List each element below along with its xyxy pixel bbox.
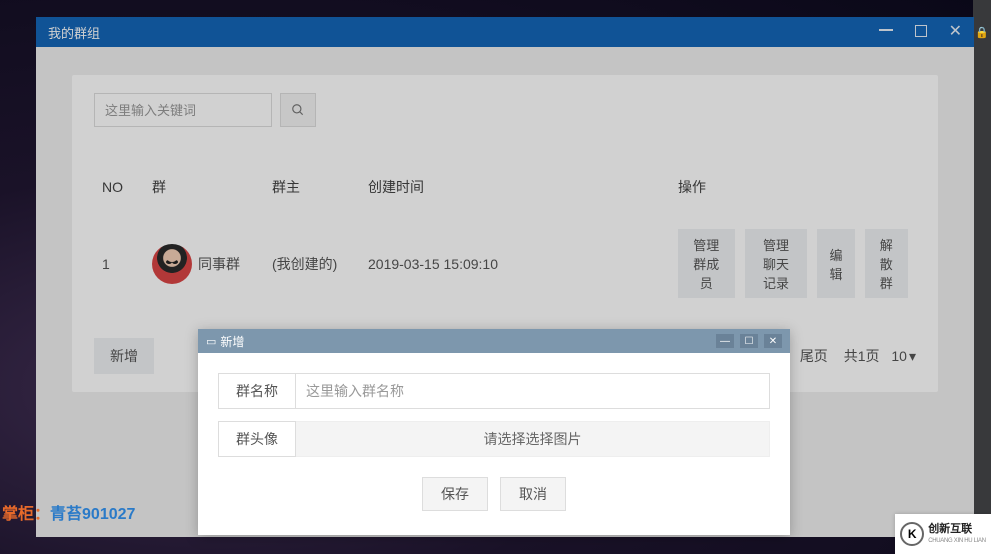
right-edge-bar: 🔒: [973, 0, 991, 554]
modal-title-icon: ▭: [206, 335, 216, 348]
lock-icon: 🔒: [975, 26, 989, 39]
modal-minimize-button[interactable]: —: [716, 334, 734, 348]
group-name-input[interactable]: [296, 373, 770, 409]
group-name-label: 群名称: [218, 373, 296, 409]
logo-ring-icon: K: [900, 522, 924, 546]
save-button[interactable]: 保存: [422, 477, 488, 511]
modal-close-button[interactable]: ✕: [764, 334, 782, 348]
choose-image-button[interactable]: 请选择选择图片: [296, 421, 770, 457]
modal-maximize-button[interactable]: ☐: [740, 334, 758, 348]
corner-logo: K 创新互联CHUANG XIN HU LIAN: [895, 514, 991, 554]
add-modal: ▭ 新增 — ☐ ✕ 群名称 群头像 请选择选择图片 保存 取消: [198, 329, 790, 535]
watermark: 掌柜：青苔901027: [2, 500, 135, 524]
group-avatar-label: 群头像: [218, 421, 296, 457]
modal-titlebar: ▭ 新增 — ☐ ✕: [198, 329, 790, 353]
modal-title-text: 新增: [220, 333, 244, 350]
cancel-button[interactable]: 取消: [500, 477, 566, 511]
